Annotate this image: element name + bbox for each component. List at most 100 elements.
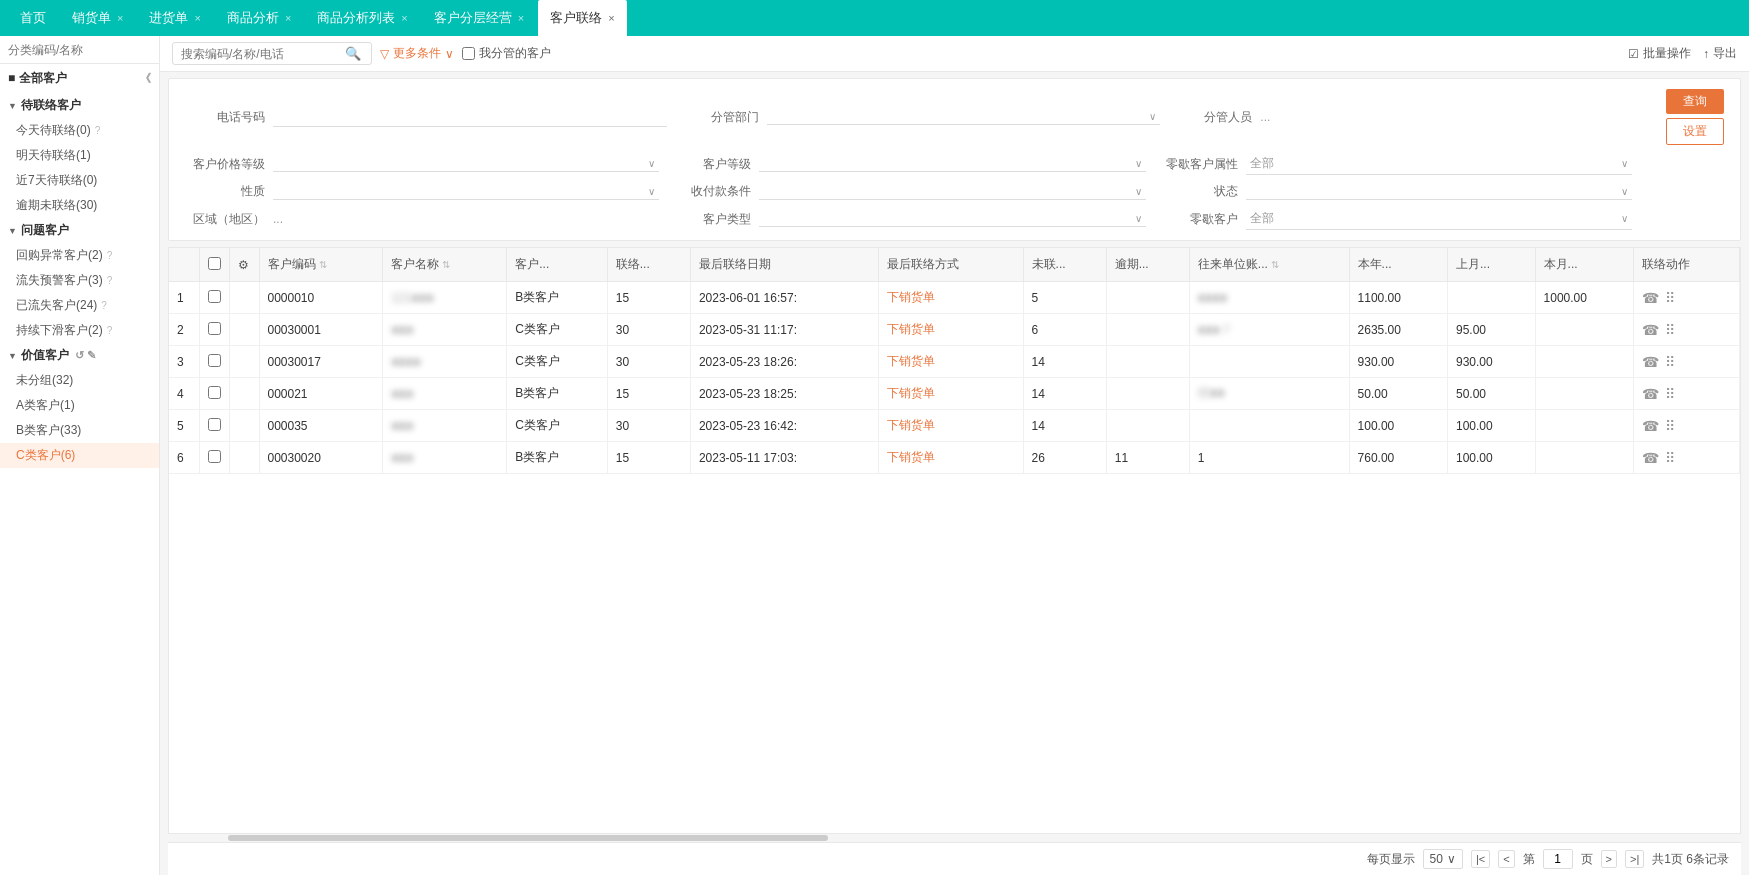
next-page-btn[interactable]: > <box>1601 850 1617 868</box>
per-page-select[interactable]: 50 ∨ <box>1423 849 1463 869</box>
more-actions-icon[interactable]: ⠿ <box>1665 290 1675 306</box>
sort-icon[interactable]: ⇅ <box>1271 259 1279 270</box>
close-icon[interactable]: × <box>117 12 123 24</box>
nav-item-customer-contact[interactable]: 客户联络 × <box>538 0 626 36</box>
last-page-btn[interactable]: >| <box>1625 850 1644 868</box>
more-actions-icon[interactable]: ⠿ <box>1665 322 1675 338</box>
filter-select-retail-customer[interactable]: 全部 ∨ <box>1246 208 1632 230</box>
sidebar-item-declining[interactable]: 持续下滑客户(2) ? <box>0 318 159 343</box>
sort-icon[interactable]: ⇅ <box>319 259 327 270</box>
phone-icon[interactable]: ☎ <box>1642 418 1659 434</box>
more-actions-icon[interactable]: ⠿ <box>1665 386 1675 402</box>
sidebar-search-input[interactable] <box>8 43 158 57</box>
filter-select-customer-level[interactable]: ∨ <box>759 156 1145 172</box>
nav-item-product-analysis[interactable]: 商品分析 × <box>215 0 303 36</box>
nav-item-customer-segmentation[interactable]: 客户分层经营 × <box>422 0 536 36</box>
td-last-contact-method[interactable]: 下销货单 <box>878 282 1023 314</box>
sidebar-item-class-a[interactable]: A类客户(1) <box>0 393 159 418</box>
td-this-year: 100.00 <box>1349 410 1447 442</box>
td-last-contact-date: 2023-06-01 16:57: <box>690 282 878 314</box>
current-page-input[interactable] <box>1543 849 1573 869</box>
phone-icon[interactable]: ☎ <box>1642 322 1659 338</box>
td-last-contact-method[interactable]: 下销货单 <box>878 314 1023 346</box>
td-check[interactable] <box>199 442 229 474</box>
td-last-contact-method[interactable]: 下销货单 <box>878 442 1023 474</box>
filter-more-btn[interactable]: ▽ 更多条件 ∨ <box>380 45 454 62</box>
filter-select-customer-type[interactable]: ∨ <box>759 211 1145 227</box>
filter-select-department[interactable]: ∨ <box>767 109 1161 125</box>
sidebar-item-repurchase-abnormal[interactable]: 回购异常客户(2) ? <box>0 243 159 268</box>
td-check[interactable] <box>199 346 229 378</box>
nav-item-product-analysis-list[interactable]: 商品分析列表 × <box>305 0 419 36</box>
horizontal-scrollbar[interactable] <box>168 834 1741 842</box>
td-unit-amount <box>1189 346 1349 378</box>
close-icon[interactable]: × <box>401 12 407 24</box>
filter-select-price-level[interactable]: ∨ <box>273 156 659 172</box>
close-icon[interactable]: × <box>518 12 524 24</box>
filter-label-price-level: 客户价格等级 <box>185 156 265 173</box>
sidebar-item-class-c[interactable]: C类客户(6) <box>0 443 159 468</box>
td-check[interactable] <box>199 282 229 314</box>
td-check[interactable] <box>199 410 229 442</box>
scrollbar-thumb[interactable] <box>228 835 828 841</box>
phone-icon[interactable]: ☎ <box>1642 290 1659 306</box>
td-last-contact-method[interactable]: 下销货单 <box>878 410 1023 442</box>
sidebar-item-churn-warning[interactable]: 流失预警客户(3) ? <box>0 268 159 293</box>
sidebar-group-value-customers[interactable]: 价值客户 ↺ ✎ <box>0 343 159 368</box>
nav-item-purchase[interactable]: 进货单 × <box>137 0 212 36</box>
sidebar-item-churned[interactable]: 已流失客户(24) ? <box>0 293 159 318</box>
td-check[interactable] <box>199 314 229 346</box>
more-actions-icon[interactable]: ⠿ <box>1665 418 1675 434</box>
td-last-contact-method[interactable]: 下销货单 <box>878 346 1023 378</box>
sidebar-all-customers[interactable]: ■ 全部客户 《 <box>0 64 159 93</box>
prev-page-btn[interactable]: < <box>1498 850 1514 868</box>
search-input[interactable] <box>181 47 341 61</box>
sort-icon[interactable]: ⇅ <box>442 259 450 270</box>
th-settings[interactable]: ⚙ <box>229 248 259 282</box>
sidebar-item-unclassified[interactable]: 未分组(32) <box>0 368 159 393</box>
filter-field-customer-type: 客户类型 ∨ <box>671 211 1145 228</box>
td-contact: 15 <box>607 442 690 474</box>
close-icon[interactable]: × <box>608 12 614 24</box>
close-icon[interactable]: × <box>194 12 200 24</box>
phone-icon[interactable]: ☎ <box>1642 450 1659 466</box>
sidebar-item-overdue-contact[interactable]: 逾期未联络(30) <box>0 193 159 218</box>
export-btn[interactable]: ↑ 导出 <box>1703 45 1737 62</box>
nav-item-home[interactable]: 首页 <box>8 0 58 36</box>
sidebar-item-class-b[interactable]: B类客户(33) <box>0 418 159 443</box>
td-last-contact-method[interactable]: 下销货单 <box>878 378 1023 410</box>
td-seq: 3 <box>169 346 199 378</box>
more-actions-icon[interactable]: ⠿ <box>1665 450 1675 466</box>
select-all-checkbox[interactable] <box>208 257 221 270</box>
first-page-btn[interactable]: |< <box>1471 850 1490 868</box>
my-customers-check[interactable] <box>462 47 475 60</box>
set-button[interactable]: 设置 <box>1666 118 1724 145</box>
th-check[interactable] <box>199 248 229 282</box>
query-button[interactable]: 查询 <box>1666 89 1724 114</box>
sidebar-item-today-contact[interactable]: 今天待联络(0) ? <box>0 118 159 143</box>
td-check[interactable] <box>199 378 229 410</box>
filter-select-nature[interactable]: ∨ <box>273 184 659 200</box>
toolbar-search-icon[interactable]: 🔍 <box>345 46 361 61</box>
sidebar-item-tomorrow-contact[interactable]: 明天待联络(1) <box>0 143 159 168</box>
filter-more-person[interactable]: ... <box>1260 110 1270 124</box>
phone-icon[interactable]: ☎ <box>1642 354 1659 370</box>
filter-select-status[interactable]: ∨ <box>1246 184 1632 200</box>
nav-item-sales[interactable]: 销货单 × <box>60 0 135 36</box>
my-customers-checkbox[interactable]: 我分管的客户 <box>462 45 551 62</box>
filter-label-retail-customer: 零歇客户 <box>1158 211 1238 228</box>
filter-select-payment[interactable]: ∨ <box>759 184 1145 200</box>
batch-operation-btn[interactable]: ☑ 批量操作 <box>1628 45 1691 62</box>
sidebar-item-7days-contact[interactable]: 近7天待联络(0) <box>0 168 159 193</box>
help-icon: ? <box>107 275 113 286</box>
close-icon[interactable]: × <box>285 12 291 24</box>
sidebar-group-problem-customers[interactable]: 问题客户 <box>0 218 159 243</box>
phone-icon[interactable]: ☎ <box>1642 386 1659 402</box>
td-this-year: 1100.00 <box>1349 282 1447 314</box>
td-action: ☎ ⠿ <box>1633 314 1739 346</box>
filter-input-phone[interactable] <box>273 108 667 127</box>
more-actions-icon[interactable]: ⠿ <box>1665 354 1675 370</box>
filter-select-retail-attr[interactable]: 全部 ∨ <box>1246 153 1632 175</box>
filter-more-region[interactable]: ... <box>273 212 283 226</box>
sidebar-group-pending-contact[interactable]: 待联络客户 <box>0 93 159 118</box>
